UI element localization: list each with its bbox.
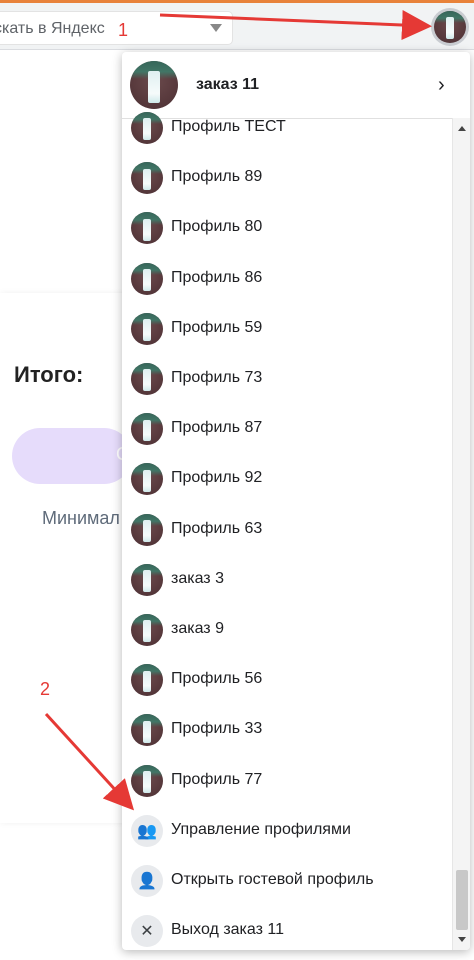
profile-avatar-button[interactable] [431,8,469,46]
profile-name: Профиль 92 [171,469,263,487]
menu-action-item[interactable]: 👤 Открыть гостевой профиль [122,856,452,906]
avatar [131,162,163,195]
current-profile-name: заказ 11 [196,76,260,93]
profile-name: Профиль 87 [171,419,263,437]
profile-list-item[interactable]: Профиль 56 [122,655,452,705]
avatar [434,11,466,43]
checkout-button[interactable]: С [12,428,132,484]
profile-name: Профиль 86 [171,268,263,286]
avatar [131,463,163,496]
profile-name: Профиль 80 [171,218,263,236]
annotation-number-2: 2 [40,679,51,699]
menu-action-label: Открыть гостевой профиль [171,871,374,888]
profile-name: Профиль 77 [171,770,263,788]
close-icon: ✕ [131,915,163,948]
avatar [131,614,163,646]
menu-action-item[interactable]: 👥 Управление профилями [122,806,452,856]
profile-name: Профиль 89 [171,168,263,186]
profile-name: Профиль 56 [171,670,263,688]
guest-profile-icon: 👤 [131,865,163,897]
profile-list-item[interactable]: заказ 3 [122,555,452,605]
profile-list-item[interactable]: Профиль 77 [122,756,452,806]
search-box[interactable]: скать в Яндекс [0,12,232,44]
profile-list-item[interactable]: Профиль 59 [122,304,452,354]
browser-toolbar: скать в Яндекс [0,3,474,50]
profile-list-item[interactable]: Профиль 92 [122,454,452,504]
profile-name: Профиль 33 [171,720,263,738]
profile-list-item[interactable]: Профиль 80 [122,203,452,253]
manage-profiles-icon: 👥 [131,814,163,847]
avatar [131,563,163,596]
scroll-down-icon[interactable] [458,937,466,942]
chevron-right-icon: › [438,74,445,96]
profile-name: Профиль 63 [171,519,263,537]
profile-list-item[interactable]: Профиль 86 [122,254,452,304]
avatar [131,363,163,395]
search-placeholder: скать в Яндекс [0,20,105,37]
profile-list-item[interactable]: Профиль 73 [122,354,452,404]
profile-list-item[interactable]: Профиль 87 [122,404,452,454]
avatar [131,112,163,144]
avatar [131,413,163,446]
profile-name: заказ 3 [171,569,224,587]
profile-name: Профиль 73 [171,369,263,386]
menu-action-label: Выход заказ 11 [171,921,285,939]
avatar [131,764,163,797]
avatar [130,61,178,109]
avatar [131,714,163,747]
avatar [131,664,163,697]
scrollbar-thumb[interactable] [456,870,468,930]
profile-list-item[interactable]: Профиль 63 [122,505,452,555]
menu-action-label: Управление профилями [171,820,351,838]
chevron-down-icon[interactable] [210,24,222,32]
menu-action-item[interactable]: ✕ Выход заказ 11 [122,906,452,950]
avatar [131,312,163,345]
avatar [131,212,163,245]
profile-name: Профиль 59 [171,318,263,336]
profile-menu: заказ 11 › Профиль ТЕСТ Профиль 89 Профиль… [122,52,470,950]
profile-list-item[interactable]: Профиль 89 [122,153,452,203]
profile-list-item[interactable]: Профиль ТЕСТ [122,103,452,153]
profile-name: Профиль ТЕСТ [171,118,286,135]
profile-name: заказ 9 [171,620,224,637]
profile-list-item[interactable]: Профиль 33 [122,705,452,755]
avatar [131,513,163,546]
scrollbar[interactable] [452,118,470,950]
avatar [131,262,163,295]
scroll-up-icon[interactable] [458,126,466,131]
annotation-number-1: 1 [118,20,129,40]
total-label: Итого: [14,362,84,387]
profile-list-item[interactable]: заказ 9 [122,605,452,655]
minimum-order-text: Минимал [42,508,120,528]
